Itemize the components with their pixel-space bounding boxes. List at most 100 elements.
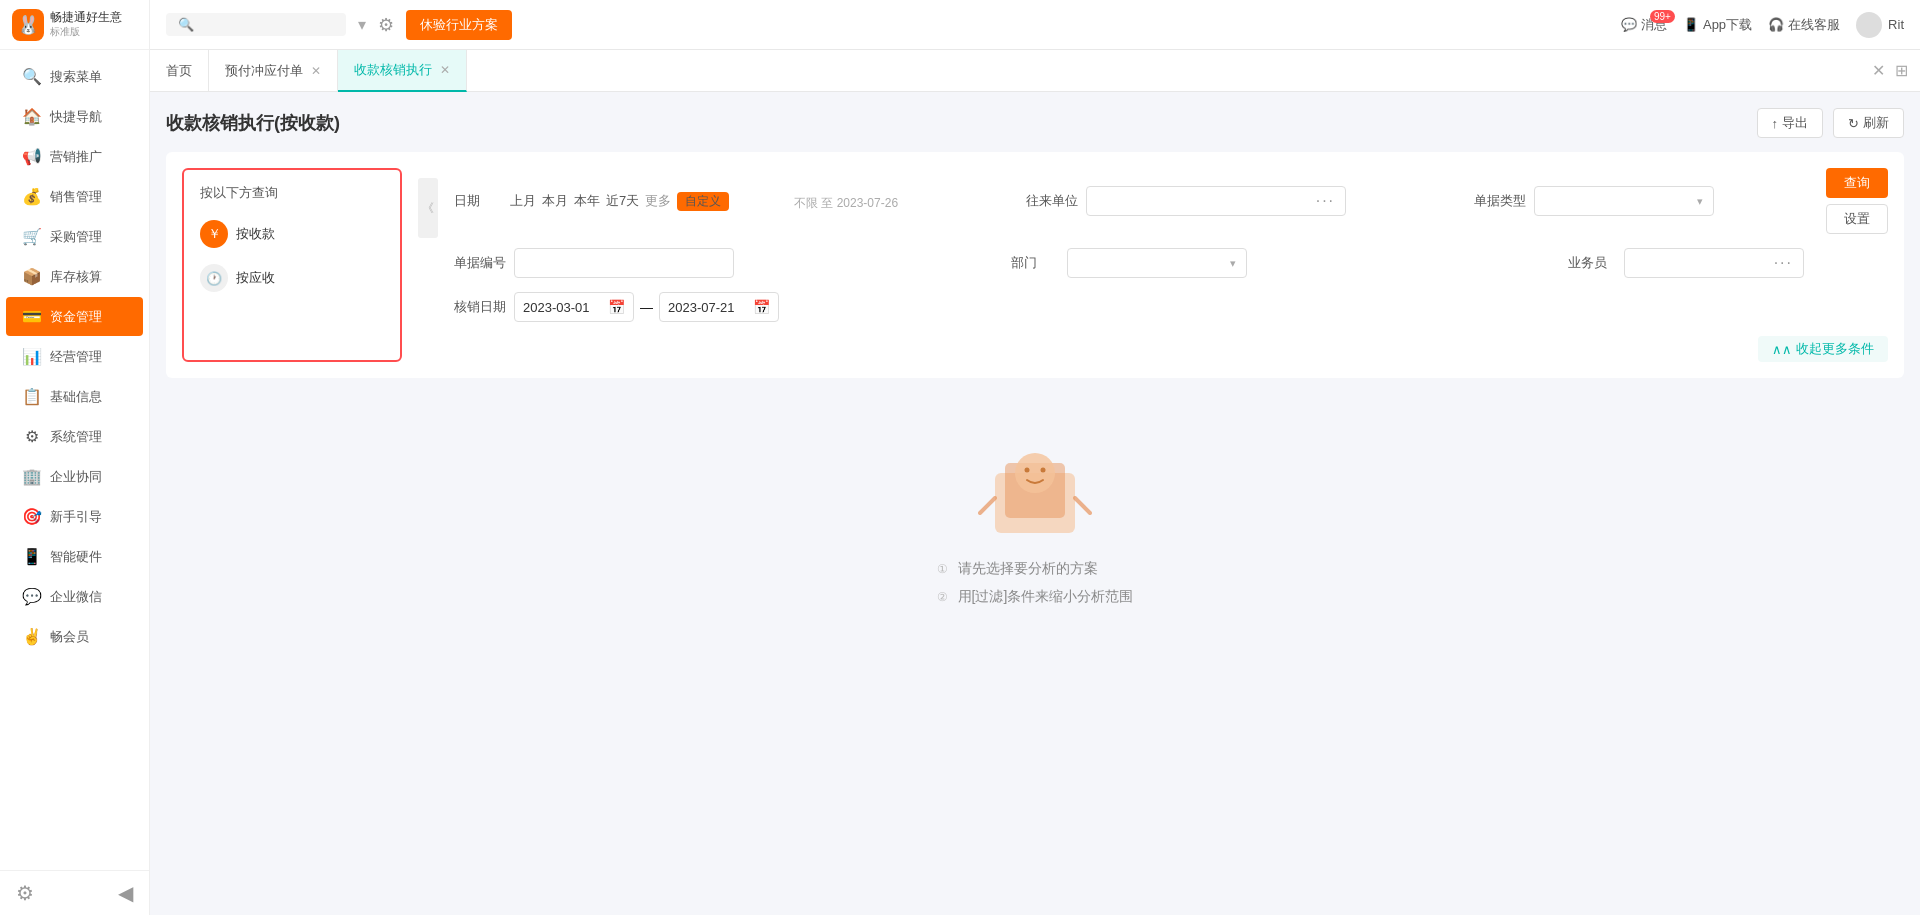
sidebar-item-label: 系统管理 bbox=[50, 428, 102, 446]
sidebar-item-sales[interactable]: 💰 销售管理 bbox=[6, 177, 143, 216]
sidebar-item-operation[interactable]: 📊 经营管理 bbox=[6, 337, 143, 376]
user-area[interactable]: Rit bbox=[1856, 12, 1904, 38]
verify-date-end-input[interactable]: 2023-07-21 📅 bbox=[659, 292, 779, 322]
page-title: 收款核销执行(按收款) bbox=[166, 111, 340, 135]
date-option-7days[interactable]: 近7天 bbox=[606, 192, 639, 210]
date-custom-badge[interactable]: 自定义 bbox=[677, 192, 729, 211]
verify-date-start-value: 2023-03-01 bbox=[523, 300, 590, 315]
sidebar-item-label: 智能硬件 bbox=[50, 548, 102, 566]
filter-row-1: 日期 上月 本月 本年 近7天 更多 自定义 不限 至 2023-07-26 bbox=[454, 168, 1888, 234]
sidebar-item-guide[interactable]: 🎯 新手引导 bbox=[6, 497, 143, 536]
sidebar-item-basic-info[interactable]: 📋 基础信息 bbox=[6, 377, 143, 416]
page-header: 收款核销执行(按收款) ↑ 导出 ↻ 刷新 bbox=[166, 108, 1904, 138]
sidebar-settings-button[interactable]: ⚙ bbox=[16, 881, 34, 905]
receipt-option-label: 按收款 bbox=[236, 225, 275, 243]
tab-home[interactable]: 首页 bbox=[150, 50, 209, 92]
sidebar-item-system[interactable]: ⚙ 系统管理 bbox=[6, 417, 143, 456]
setting-button[interactable]: 设置 bbox=[1826, 204, 1888, 234]
staff-input[interactable]: ··· bbox=[1624, 248, 1804, 278]
sidebar-item-search[interactable]: 🔍 搜索菜单 bbox=[6, 57, 143, 96]
tab-prepay-close-icon[interactable]: ✕ bbox=[311, 64, 321, 78]
doc-type-label: 单据类型 bbox=[1474, 192, 1526, 210]
verify-date-label: 核销日期 bbox=[454, 298, 506, 316]
collapse-chevron-icon: ∧∧ bbox=[1772, 342, 1792, 357]
topbar-chevron-icon[interactable]: ▾ bbox=[358, 15, 366, 34]
solution-button[interactable]: 休验行业方案 bbox=[406, 10, 512, 40]
date-range-separator: — bbox=[640, 300, 653, 315]
tab-prepay[interactable]: 预付冲应付单 ✕ bbox=[209, 50, 338, 92]
content-area: 收款核销执行(按收款) ↑ 导出 ↻ 刷新 按以下方查询 ￥ 按收款 bbox=[150, 92, 1920, 915]
sidebar-item-label: 销售管理 bbox=[50, 188, 102, 206]
export-button[interactable]: ↑ 导出 bbox=[1757, 108, 1824, 138]
sidebar-item-purchase[interactable]: 🛒 采购管理 bbox=[6, 217, 143, 256]
doc-type-field: 单据类型 ▾ bbox=[1474, 186, 1794, 216]
sidebar-item-label: 营销推广 bbox=[50, 148, 102, 166]
export-icon: ↑ bbox=[1772, 116, 1779, 131]
online-service-label: 在线客服 bbox=[1788, 16, 1840, 34]
dept-select[interactable]: ▾ bbox=[1067, 248, 1247, 278]
date-option-more[interactable]: 更多 bbox=[645, 192, 671, 210]
sidebar-item-label: 采购管理 bbox=[50, 228, 102, 246]
box-icon: 📦 bbox=[22, 267, 42, 286]
date-label: 日期 bbox=[454, 192, 502, 210]
filter-option-receivable[interactable]: 🕐 按应收 bbox=[184, 256, 400, 300]
list-icon: 📋 bbox=[22, 387, 42, 406]
filter-collapse-button[interactable]: 《 bbox=[418, 178, 438, 238]
sidebar-item-quick-nav[interactable]: 🏠 快捷导航 bbox=[6, 97, 143, 136]
phone-icon: 📱 bbox=[22, 547, 42, 566]
message-button[interactable]: 💬 消息 99+ bbox=[1621, 16, 1667, 34]
sidebar-item-hardware[interactable]: 📱 智能硬件 bbox=[6, 537, 143, 576]
sidebar-item-label: 企业协同 bbox=[50, 468, 102, 486]
filter-option-receipt[interactable]: ￥ 按收款 bbox=[184, 212, 400, 256]
tab-expand-icon[interactable]: ⊞ bbox=[1895, 61, 1908, 80]
svg-point-3 bbox=[1025, 468, 1030, 473]
query-button[interactable]: 查询 bbox=[1826, 168, 1888, 198]
sidebar-item-label: 基础信息 bbox=[50, 388, 102, 406]
sidebar-footer: ⚙ ◀ bbox=[0, 870, 149, 915]
tab-receipt-close-icon[interactable]: ✕ bbox=[440, 63, 450, 77]
sidebar-item-weixin[interactable]: 💬 企业微信 bbox=[6, 577, 143, 616]
chat-icon: 💬 bbox=[22, 587, 42, 606]
sidebar-item-inventory[interactable]: 📦 库存核算 bbox=[6, 257, 143, 296]
sidebar-item-label: 经营管理 bbox=[50, 348, 102, 366]
empty-tip-1: ① 请先选择要分析的方案 bbox=[937, 554, 1134, 582]
app-download-button[interactable]: 📱 App下载 bbox=[1683, 16, 1752, 34]
sidebar-item-member[interactable]: ✌ 畅会员 bbox=[6, 617, 143, 656]
sidebar-item-enterprise[interactable]: 🏢 企业协同 bbox=[6, 457, 143, 496]
verify-date-start-input[interactable]: 2023-03-01 📅 bbox=[514, 292, 634, 322]
refresh-button[interactable]: ↻ 刷新 bbox=[1833, 108, 1904, 138]
tab-close-all-icon[interactable]: ✕ bbox=[1872, 61, 1885, 80]
chevron-down-icon: ▾ bbox=[1697, 195, 1703, 208]
date-option-this-month[interactable]: 本月 bbox=[542, 192, 568, 210]
partner-label: 往来单位 bbox=[1026, 192, 1078, 210]
query-btn-group: 查询 设置 bbox=[1826, 168, 1888, 234]
main-area: 🔍 ▾ ⚙ 休验行业方案 💬 消息 99+ 📱 App下载 🎧 在线客服 bbox=[150, 0, 1920, 915]
doc-no-label: 单据编号 bbox=[454, 254, 506, 272]
date-option-this-year[interactable]: 本年 bbox=[574, 192, 600, 210]
sidebar-item-finance[interactable]: 💳 资金管理 bbox=[6, 297, 143, 336]
sidebar-item-label: 快捷导航 bbox=[50, 108, 102, 126]
staff-more-icon: ··· bbox=[1774, 254, 1793, 272]
sidebar-collapse-button[interactable]: ◀ bbox=[118, 881, 133, 905]
staff-field: 业务员 ··· bbox=[1568, 248, 1888, 278]
sidebar-item-label: 畅会员 bbox=[50, 628, 89, 646]
tab-home-label: 首页 bbox=[166, 62, 192, 80]
collapse-more-button[interactable]: ∧∧ 收起更多条件 bbox=[1758, 336, 1888, 362]
topbar-left: 🔍 ▾ ⚙ 休验行业方案 bbox=[166, 10, 512, 40]
sidebar-item-marketing[interactable]: 📢 营销推广 bbox=[6, 137, 143, 176]
tab-receipt[interactable]: 收款核销执行 ✕ bbox=[338, 50, 467, 92]
empty-area: ① 请先选择要分析的方案 ② 用[过滤]条件来缩小分析范围 bbox=[166, 378, 1904, 650]
sidebar-item-label: 搜索菜单 bbox=[50, 68, 102, 86]
home-icon: 🏠 bbox=[22, 107, 42, 126]
verify-date-end-value: 2023-07-21 bbox=[668, 300, 735, 315]
date-option-last-month[interactable]: 上月 bbox=[510, 192, 536, 210]
empty-tip-2: ② 用[过滤]条件来缩小分析范围 bbox=[937, 582, 1134, 610]
topbar-gear-icon[interactable]: ⚙ bbox=[378, 14, 394, 36]
receivable-option-label: 按应收 bbox=[236, 269, 275, 287]
partner-input[interactable]: ··· bbox=[1086, 186, 1346, 216]
card-icon: 💳 bbox=[22, 307, 42, 326]
online-service-button[interactable]: 🎧 在线客服 bbox=[1768, 16, 1840, 34]
doc-type-select[interactable]: ▾ bbox=[1534, 186, 1714, 216]
empty-svg-icon bbox=[975, 438, 1095, 538]
doc-no-input[interactable] bbox=[514, 248, 734, 278]
